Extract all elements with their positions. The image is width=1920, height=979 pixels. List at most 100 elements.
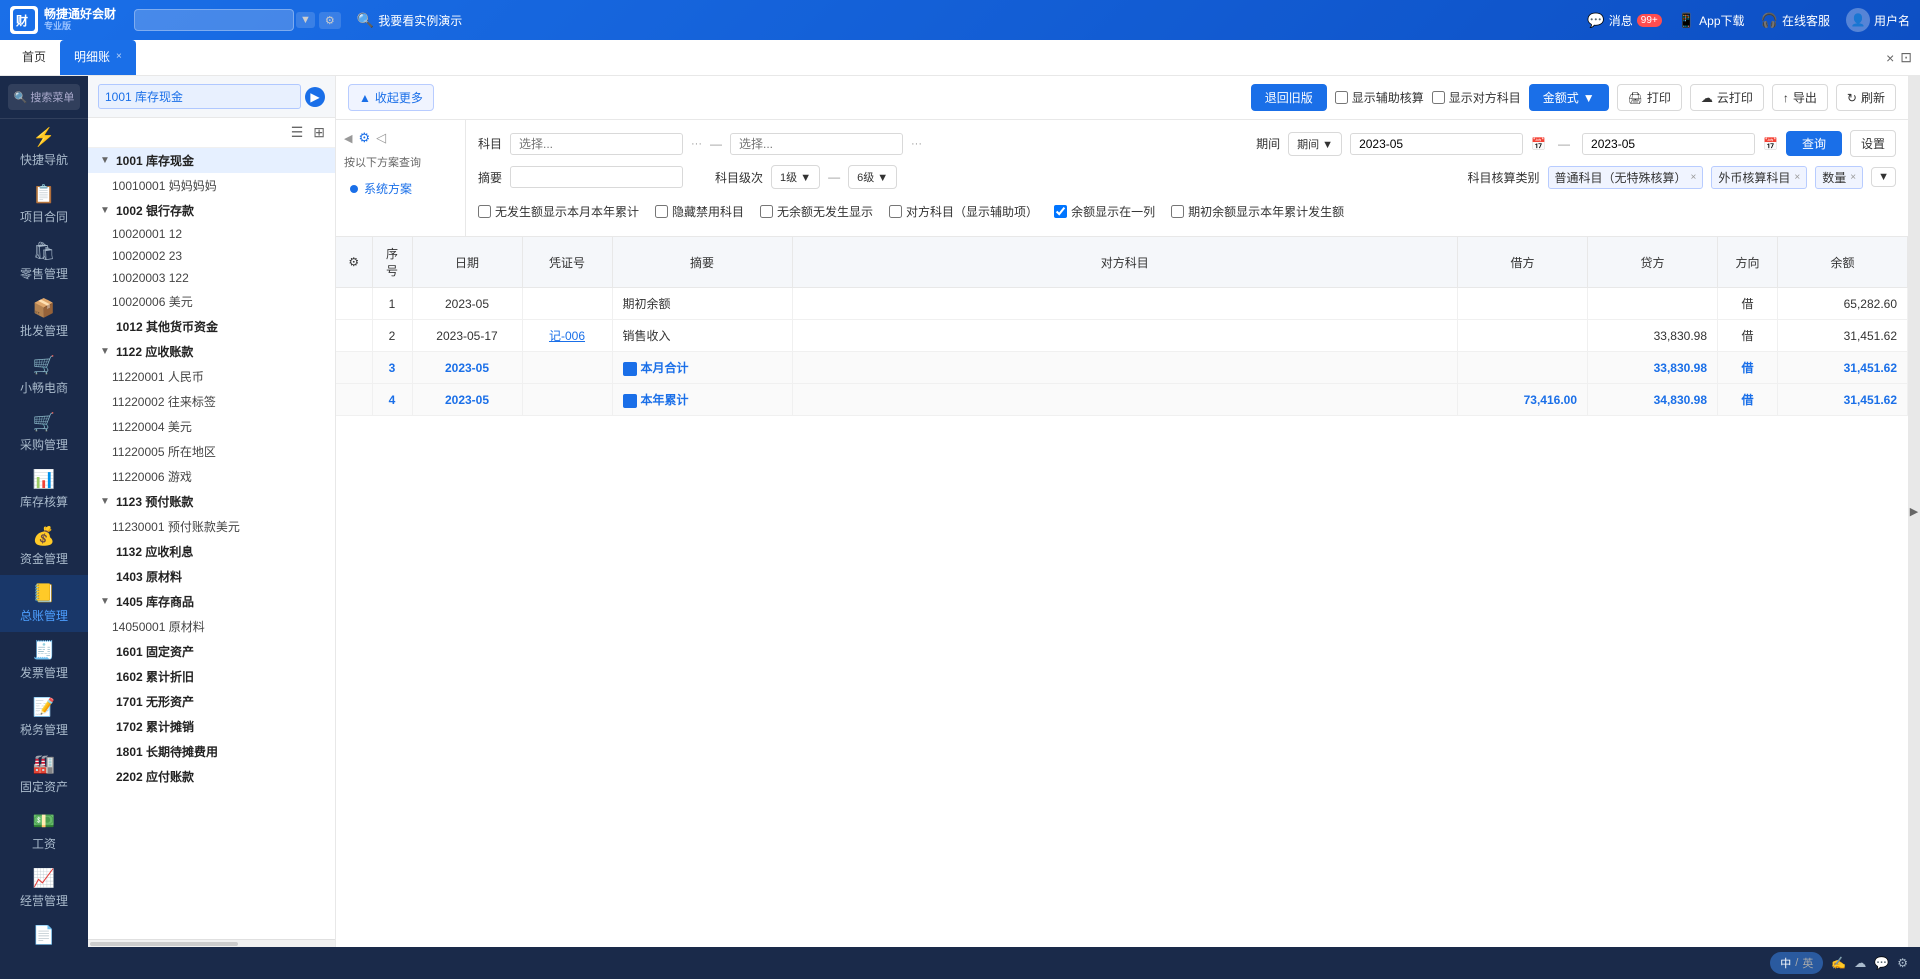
sidebar-item-operations[interactable]: 📈 经营管理 (0, 860, 88, 917)
begin-balance-checkbox[interactable] (1171, 205, 1184, 218)
summary-filter-input[interactable] (510, 166, 683, 188)
subject-start-input[interactable] (510, 133, 683, 155)
hide-disabled-checkbox[interactable] (655, 205, 668, 218)
tree-item-10020006[interactable]: 10020006 美元 (88, 289, 335, 314)
no-occur-checkbox[interactable] (478, 205, 491, 218)
online-service-btn[interactable]: 🎧 在线客服 (1761, 12, 1830, 29)
level-start-btn[interactable]: 1级 ▼ (771, 165, 820, 189)
period-start-input[interactable] (1350, 133, 1523, 155)
tree-item-1122[interactable]: ▼ 1122 应收账款 (88, 339, 335, 364)
tree-item-2202[interactable]: 2202 应付账款 (88, 764, 335, 789)
balance-one-col-checkbox[interactable] (1054, 205, 1067, 218)
filter-icon-btn[interactable]: ⚙ (358, 130, 370, 146)
sidebar-item-wholesale[interactable]: 📦 批发管理 (0, 290, 88, 347)
message-btn[interactable]: 💬 消息 99+ (1587, 12, 1661, 29)
tab-home[interactable]: 首页 (8, 40, 60, 75)
sidebar-item-retail[interactable]: 🛍 零售管理 (0, 233, 88, 290)
checkbox-counterpart[interactable]: 对方科目（显示辅助项） (889, 203, 1038, 220)
cloud-print-btn[interactable]: ☁ 云打印 (1690, 84, 1764, 111)
voucher-link[interactable]: 记-006 (549, 329, 585, 343)
checkbox-hide-disabled[interactable]: 隐藏禁用科目 (655, 203, 744, 220)
bottom-settings-btn[interactable]: ⚙ (1897, 956, 1908, 970)
sidebar-item-purchase[interactable]: 🛒 采购管理 (0, 404, 88, 461)
sidebar-item-general[interactable]: 📒 总账管理 (0, 575, 88, 632)
demo-link[interactable]: 🔍 我要看实例演示 (357, 12, 462, 29)
tree-item-1012[interactable]: 1012 其他货币资金 (88, 314, 335, 339)
tree-item-11220002[interactable]: 11220002 往来标签 (88, 389, 335, 414)
no-balance-checkbox[interactable] (760, 205, 773, 218)
tree-navigate-btn[interactable]: ▶ (305, 87, 325, 107)
window-close-btn[interactable]: × (1886, 50, 1894, 66)
scheme-item-default[interactable]: 系统方案 (344, 176, 457, 201)
back-old-version-btn[interactable]: 退回旧版 (1251, 84, 1327, 111)
settings-btn[interactable]: 设置 (1850, 130, 1896, 157)
refresh-btn[interactable]: ↻ 刷新 (1836, 84, 1896, 111)
user-btn[interactable]: 👤 用户名 (1846, 8, 1910, 32)
tree-item-11220004[interactable]: 11220004 美元 (88, 414, 335, 439)
tree-item-11230001[interactable]: 11230001 预付账款美元 (88, 514, 335, 539)
show-counterpart-checkbox-label[interactable]: 显示对方科目 (1432, 89, 1521, 106)
sidebar-item-payroll[interactable]: 💵 工资 (0, 803, 88, 860)
show-aux-checkbox-label[interactable]: 显示辅助核算 (1335, 89, 1424, 106)
tree-item-11220001[interactable]: 11220001 人民币 (88, 364, 335, 389)
tree-item-10020002[interactable]: 10020002 23 (88, 245, 335, 267)
settings-gear-btn[interactable]: ⚙ (319, 12, 341, 29)
tree-item-10010001[interactable]: 10010001 妈妈妈妈 (88, 173, 335, 198)
tag-qty-close[interactable]: × (1850, 172, 1856, 183)
filter-collapse-btn[interactable]: ◁ (376, 130, 386, 146)
amount-style-btn[interactable]: 金额式 ▼ (1529, 84, 1609, 111)
lang-switcher-area[interactable]: 中 / 英 (1770, 952, 1823, 974)
search-dropdown-btn[interactable]: ▼ (296, 12, 315, 28)
tab-detail-close[interactable]: × (116, 51, 122, 62)
col-settings[interactable]: ⚙ (336, 237, 372, 288)
tab-detail[interactable]: 明细账 × (60, 40, 136, 75)
subject-end-input[interactable] (730, 133, 903, 155)
tree-item-1002[interactable]: ▼ 1002 银行存款 (88, 198, 335, 223)
tree-item-1601[interactable]: 1601 固定资产 (88, 639, 335, 664)
tree-expand-btn[interactable]: ⊞ (311, 122, 327, 143)
period-end-calendar-btn[interactable]: 📅 (1763, 137, 1778, 151)
sidebar-item-tax[interactable]: 📝 税务管理 (0, 689, 88, 746)
expand-more-btn[interactable]: ▲ 收起更多 (348, 84, 434, 111)
print-btn[interactable]: 🖨 打印 (1617, 84, 1682, 111)
checkbox-no-balance[interactable]: 无余额无发生显示 (760, 203, 873, 220)
tree-scrollbar[interactable] (88, 939, 335, 947)
tree-item-10020001[interactable]: 10020001 12 (88, 223, 335, 245)
sidebar-item-capital[interactable]: 💰 资金管理 (0, 518, 88, 575)
sidebar-search-btn[interactable]: 🔍 搜索菜单 (8, 84, 80, 110)
sidebar-item-project[interactable]: 📋 项目合同 (0, 176, 88, 233)
tree-item-14050001[interactable]: 14050001 原材料 (88, 614, 335, 639)
tree-item-10020003[interactable]: 10020003 122 (88, 267, 335, 289)
bottom-cloud-btn[interactable]: ☁ (1854, 956, 1866, 970)
period-end-input[interactable] (1582, 133, 1755, 155)
bottom-chat-btn[interactable]: 💬 (1874, 956, 1889, 970)
tree-item-1403[interactable]: 1403 原材料 (88, 564, 335, 589)
checkbox-no-occur[interactable]: 无发生额显示本月本年累计 (478, 203, 639, 220)
sidebar-item-fixed[interactable]: 🏭 固定资产 (0, 746, 88, 803)
bottom-feedback-btn[interactable]: ✍ (1831, 956, 1846, 970)
tree-item-1132[interactable]: 1132 应收利息 (88, 539, 335, 564)
tree-item-1123[interactable]: ▼ 1123 预付账款 (88, 489, 335, 514)
sidebar-item-inventory[interactable]: 📊 库存核算 (0, 461, 88, 518)
checkbox-begin-balance[interactable]: 期初余额显示本年累计发生额 (1171, 203, 1344, 220)
tree-item-1001[interactable]: ▼ 1001 库存现金 (88, 148, 335, 173)
tag-normal-close[interactable]: × (1691, 172, 1697, 183)
tag-foreign-close[interactable]: × (1794, 172, 1800, 183)
period-type-btn[interactable]: 期间 ▼ (1288, 132, 1342, 156)
tree-item-1801[interactable]: 1801 长期待摊费用 (88, 739, 335, 764)
sidebar-item-ecommerce[interactable]: 🛒 小畅电商 (0, 347, 88, 404)
tree-item-11220006[interactable]: 11220006 游戏 (88, 464, 335, 489)
tree-item-1405[interactable]: ▼ 1405 库存商品 (88, 589, 335, 614)
sidebar-item-report[interactable]: 📄 小畅报销 (0, 917, 88, 947)
subject-type-dropdown-btn[interactable]: ▼ (1871, 167, 1896, 187)
tree-item-11220005[interactable]: 11220005 所在地区 (88, 439, 335, 464)
query-btn[interactable]: 查询 (1786, 131, 1842, 156)
account-selected-display[interactable]: 1001 库存现金 (98, 84, 301, 109)
sidebar-item-invoice[interactable]: 🧾 发票管理 (0, 632, 88, 689)
counterpart-checkbox[interactable] (889, 205, 902, 218)
top-search-input[interactable] (134, 9, 294, 31)
show-counterpart-checkbox[interactable] (1432, 91, 1445, 104)
show-aux-checkbox[interactable] (1335, 91, 1348, 104)
tree-item-1602[interactable]: 1602 累计折旧 (88, 664, 335, 689)
period-start-calendar-btn[interactable]: 📅 (1531, 137, 1546, 151)
